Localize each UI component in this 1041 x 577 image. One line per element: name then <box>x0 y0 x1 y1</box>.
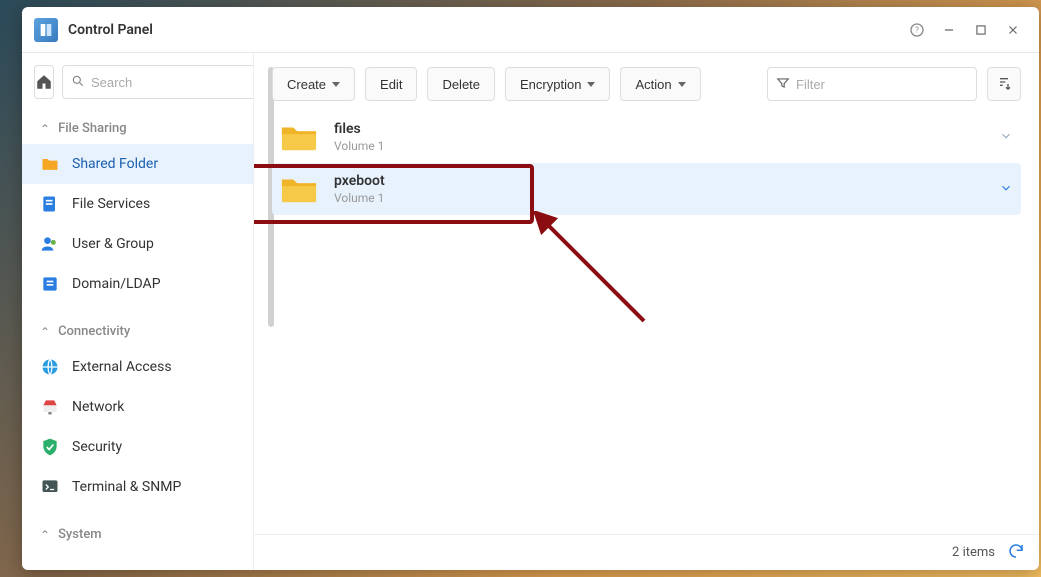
file-services-icon <box>40 194 60 214</box>
sidebar-item-label: Domain/LDAP <box>72 276 161 292</box>
terminal-icon <box>40 477 60 497</box>
annotation-arrow <box>534 211 654 331</box>
sidebar-item-file-services[interactable]: File Services <box>22 184 253 224</box>
create-button[interactable]: Create <box>272 67 355 101</box>
sidebar-item-label: Security <box>72 439 122 455</box>
window-title: Control Panel <box>68 22 153 38</box>
sidebar: ⌃ File Sharing Shared Folder File Servic… <box>22 53 254 570</box>
folder-icon <box>280 121 318 153</box>
domain-icon <box>40 274 60 294</box>
sidebar-item-label: File Services <box>72 196 150 212</box>
folder-list: files Volume 1 pxeboot Volume 1 <box>254 111 1039 534</box>
globe-icon <box>40 357 60 377</box>
chevron-down-icon <box>587 82 595 87</box>
svg-text:?: ? <box>915 25 919 34</box>
chevron-down-icon <box>332 82 340 87</box>
chevron-up-icon: ⌃ <box>40 528 50 542</box>
users-icon <box>40 234 60 254</box>
sidebar-section-connectivity[interactable]: ⌃ Connectivity <box>22 314 253 347</box>
sidebar-item-user-group[interactable]: User & Group <box>22 224 253 264</box>
encryption-button[interactable]: Encryption <box>505 67 610 101</box>
folder-location: Volume 1 <box>334 191 385 205</box>
expand-icon[interactable] <box>999 180 1013 199</box>
close-button[interactable] <box>999 16 1027 44</box>
home-button[interactable] <box>34 65 54 99</box>
search-input[interactable] <box>91 75 254 90</box>
action-button[interactable]: Action <box>620 67 700 101</box>
folder-icon <box>280 173 318 205</box>
minimize-button[interactable] <box>935 16 963 44</box>
chevron-up-icon: ⌃ <box>40 325 50 339</box>
maximize-button[interactable] <box>967 16 995 44</box>
refresh-button[interactable] <box>1007 542 1025 564</box>
sidebar-item-external-access[interactable]: External Access <box>22 347 253 387</box>
sidebar-item-label: Network <box>72 399 124 415</box>
folder-location: Volume 1 <box>334 139 384 153</box>
folder-row-pxeboot[interactable]: pxeboot Volume 1 <box>272 163 1021 215</box>
shield-icon <box>40 437 60 457</box>
section-label: Connectivity <box>58 324 130 339</box>
folder-icon <box>40 154 60 174</box>
section-label: System <box>58 527 102 542</box>
section-label: File Sharing <box>58 121 127 136</box>
filter-box[interactable] <box>767 67 977 101</box>
search-icon <box>71 73 85 92</box>
chevron-up-icon: ⌃ <box>40 122 50 136</box>
sidebar-item-network[interactable]: Network <box>22 387 253 427</box>
sidebar-item-shared-folder[interactable]: Shared Folder <box>22 144 253 184</box>
network-icon <box>40 397 60 417</box>
sidebar-item-label: Shared Folder <box>72 156 158 172</box>
folder-name: files <box>334 121 384 137</box>
statusbar: 2 items <box>254 534 1039 570</box>
chevron-down-icon <box>678 82 686 87</box>
sidebar-section-system[interactable]: ⌃ System <box>22 517 253 550</box>
sidebar-item-security[interactable]: Security <box>22 427 253 467</box>
filter-icon <box>776 75 790 94</box>
sort-button[interactable] <box>987 67 1021 101</box>
sidebar-section-file-sharing[interactable]: ⌃ File Sharing <box>22 111 253 144</box>
control-panel-window: Control Panel ? <box>22 7 1039 570</box>
toolbar: Create Edit Delete Encryption Action <box>254 53 1039 111</box>
search-box[interactable] <box>62 65 254 99</box>
sidebar-item-terminal-snmp[interactable]: Terminal & SNMP <box>22 467 253 507</box>
expand-icon[interactable] <box>999 128 1013 147</box>
sidebar-item-domain-ldap[interactable]: Domain/LDAP <box>22 264 253 304</box>
app-icon <box>34 18 58 42</box>
filter-input[interactable] <box>796 77 972 92</box>
delete-button[interactable]: Delete <box>427 67 495 101</box>
sidebar-item-label: Terminal & SNMP <box>72 479 181 495</box>
item-count: 2 items <box>952 545 995 560</box>
edit-button[interactable]: Edit <box>365 67 417 101</box>
folder-name: pxeboot <box>334 173 385 189</box>
help-button[interactable]: ? <box>903 16 931 44</box>
titlebar: Control Panel ? <box>22 7 1039 53</box>
content-pane: Create Edit Delete Encryption Action <box>254 53 1039 570</box>
sidebar-item-label: External Access <box>72 359 172 375</box>
folder-row-files[interactable]: files Volume 1 <box>272 111 1021 163</box>
sidebar-item-label: User & Group <box>72 236 154 252</box>
